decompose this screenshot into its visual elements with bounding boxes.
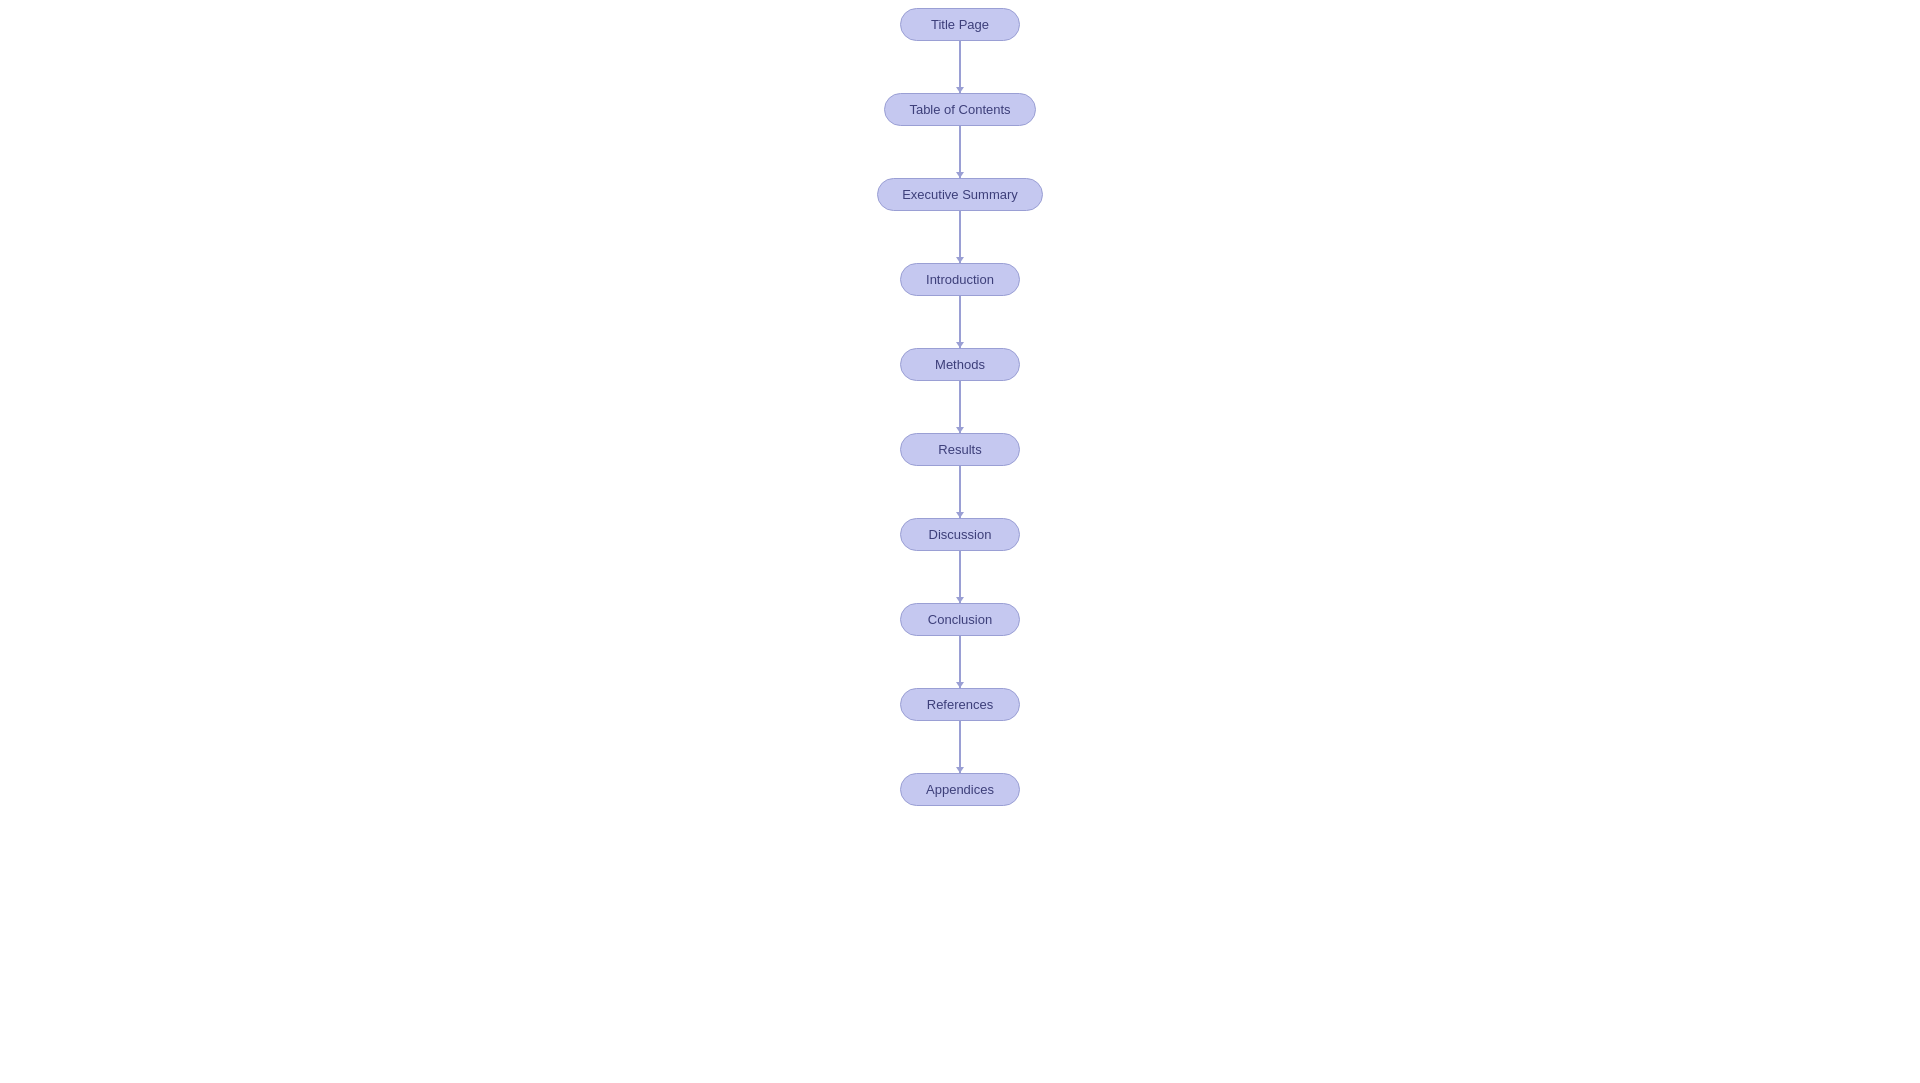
node-references[interactable]: References — [900, 688, 1020, 721]
connector-6 — [959, 551, 961, 603]
connector-4 — [959, 381, 961, 433]
node-discussion[interactable]: Discussion — [900, 518, 1020, 551]
connector-3 — [959, 296, 961, 348]
connector-5 — [959, 466, 961, 518]
canvas: Title Page Table of Contents Executive Sum… — [0, 0, 1920, 1083]
connector-1 — [959, 126, 961, 178]
flowchart: Title Page Table of Contents Executive Sum… — [877, 8, 1043, 806]
node-executive-summary[interactable]: Executive Summary — [877, 178, 1043, 211]
node-introduction[interactable]: Introduction — [900, 263, 1020, 296]
connector-2 — [959, 211, 961, 263]
connector-8 — [959, 721, 961, 773]
node-conclusion[interactable]: Conclusion — [900, 603, 1020, 636]
connector-0 — [959, 41, 961, 93]
node-results[interactable]: Results — [900, 433, 1020, 466]
node-title-page[interactable]: Title Page — [900, 8, 1020, 41]
node-table-of-contents[interactable]: Table of Contents — [884, 93, 1035, 126]
node-appendices[interactable]: Appendices — [900, 773, 1020, 806]
connector-7 — [959, 636, 961, 688]
node-methods[interactable]: Methods — [900, 348, 1020, 381]
